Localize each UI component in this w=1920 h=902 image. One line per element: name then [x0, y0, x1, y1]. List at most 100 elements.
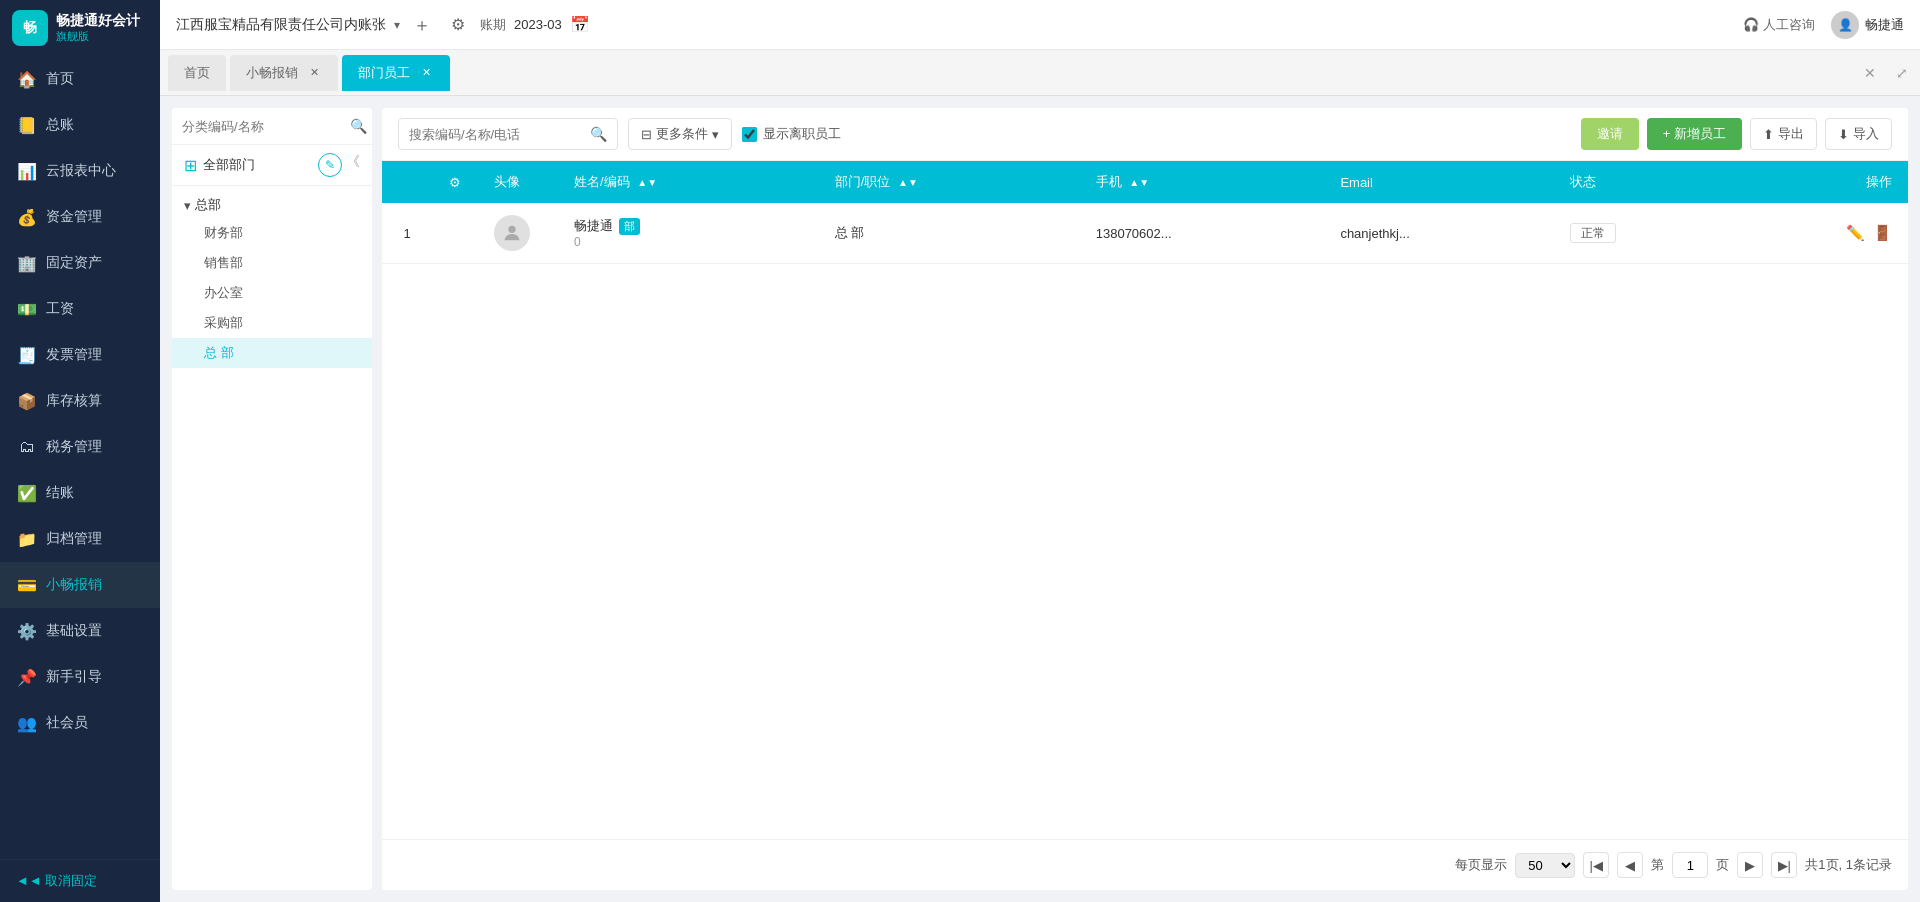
calendar-icon[interactable]: 📅 — [570, 15, 590, 34]
ledger-icon: 📒 — [16, 114, 38, 136]
filter-arrow-icon: ▾ — [712, 127, 719, 142]
col-setting[interactable]: ⚙ — [432, 161, 478, 203]
topbar-right: 🎧 人工咨询 👤 畅捷通 — [1743, 11, 1904, 39]
settings-icon: ⚙️ — [16, 620, 38, 642]
sidebar-item-more[interactable]: 👥 社会员 — [0, 700, 160, 746]
tab-expense-close-icon[interactable]: ✕ — [306, 65, 322, 81]
user-info[interactable]: 👤 畅捷通 — [1831, 11, 1904, 39]
dept-item-sales-label: 销售部 — [204, 255, 243, 270]
tab-dept-employee[interactable]: 部门员工 ✕ — [342, 55, 450, 91]
inventory-icon: 📦 — [16, 390, 38, 412]
home-icon: 🏠 — [16, 68, 38, 90]
import-button[interactable]: ⬇ 导入 — [1825, 118, 1892, 150]
pagination-bar: 每页显示 50 100 200 |◀ ◀ 第 页 ▶ ▶| 共1页, 1条记录 — [382, 839, 1908, 890]
settlement-icon: ✅ — [16, 482, 38, 504]
dept-item-purchase[interactable]: 采购部 — [172, 308, 372, 338]
sidebar-item-inventory[interactable]: 📦 库存核算 — [0, 378, 160, 424]
dept-item-sales[interactable]: 销售部 — [172, 248, 372, 278]
sidebar-item-tax-mgmt[interactable]: 🗂 税务管理 — [0, 424, 160, 470]
tab-dept-employee-close-icon[interactable]: ✕ — [418, 65, 434, 81]
filter-button[interactable]: ⊟ 更多条件 ▾ — [628, 118, 732, 150]
employee-name-group: 畅捷通 部 — [574, 217, 803, 235]
dept-item-purchase-label: 采购部 — [204, 315, 243, 330]
sidebar-item-fixed-assets[interactable]: 🏢 固定资产 — [0, 240, 160, 286]
dept-tree: ▾ 总部 财务部 销售部 办公室 采购部 总 部 — [172, 186, 372, 890]
app-title: 畅捷通好会计 — [56, 12, 140, 29]
dept-edit-button[interactable]: ✎ — [318, 153, 342, 177]
phone-sort-icon: ▲▼ — [1129, 178, 1149, 188]
dept-item-finance[interactable]: 财务部 — [172, 218, 372, 248]
grid-icon: ⊞ — [184, 156, 197, 175]
sidebar-item-invoice-mgmt[interactable]: 🧾 发票管理 — [0, 332, 160, 378]
col-dept-position[interactable]: 部门/职位 ▲▼ — [819, 161, 1080, 203]
filter-icon: ⊟ — [641, 127, 652, 142]
sidebar-item-fixed-assets-label: 固定资产 — [46, 254, 102, 272]
all-dept-label: 全部部门 — [203, 156, 255, 174]
dept-search-input[interactable] — [182, 119, 350, 134]
sidebar-item-fund-mgmt-label: 资金管理 — [46, 208, 102, 226]
next-page-button[interactable]: ▶ — [1737, 852, 1763, 878]
add-employee-button[interactable]: + 新增员工 — [1647, 118, 1742, 150]
export-button[interactable]: ⬆ 导出 — [1750, 118, 1817, 150]
service-button[interactable]: 🎧 人工咨询 — [1743, 16, 1815, 34]
sidebar-item-home[interactable]: 🏠 首页 — [0, 56, 160, 102]
sidebar-item-xiaochang-expense[interactable]: 💳 小畅报销 — [0, 562, 160, 608]
first-page-button[interactable]: |◀ — [1583, 852, 1609, 878]
total-records-label: 共1页, 1条记录 — [1805, 856, 1892, 874]
last-page-button[interactable]: ▶| — [1771, 852, 1797, 878]
sidebar-item-payroll[interactable]: 💵 工资 — [0, 286, 160, 332]
sidebar-item-fund-mgmt[interactable]: 💰 资金管理 — [0, 194, 160, 240]
page-number-input[interactable] — [1672, 852, 1708, 878]
col-phone[interactable]: 手机 ▲▼ — [1080, 161, 1325, 203]
period-label: 账期 — [480, 16, 506, 34]
expand-button[interactable]: ⤢ — [1892, 61, 1912, 85]
per-page-select[interactable]: 50 100 200 — [1515, 853, 1575, 878]
sidebar-item-invoice-mgmt-label: 发票管理 — [46, 346, 102, 364]
show-resigned-checkbox-label: 显示离职员工 — [742, 125, 841, 143]
dept-search-icon[interactable]: 🔍 — [350, 118, 367, 134]
sidebar-item-general-ledger[interactable]: 📒 总账 — [0, 102, 160, 148]
prev-page-button[interactable]: ◀ — [1617, 852, 1643, 878]
dept-root-label: 总部 — [195, 196, 221, 214]
sidebar-item-archive-mgmt[interactable]: 📁 归档管理 — [0, 516, 160, 562]
sidebar-item-basic-settings[interactable]: ⚙️ 基础设置 — [0, 608, 160, 654]
tab-expense[interactable]: 小畅报销 ✕ — [230, 55, 338, 91]
export-label: 导出 — [1778, 125, 1804, 143]
company-dropdown-icon[interactable]: ▾ — [394, 18, 400, 32]
dept-collapse-icon[interactable]: 《 — [346, 153, 360, 177]
dept-item-office-label: 办公室 — [204, 285, 243, 300]
add-company-button[interactable]: ＋ — [408, 11, 436, 39]
invite-button[interactable]: 邀请 — [1581, 118, 1639, 150]
app-subtitle: 旗舰版 — [56, 29, 140, 44]
tab-home-label: 首页 — [184, 64, 210, 82]
topbar-setting-button[interactable]: ⚙ — [444, 11, 472, 39]
fixed-assets-icon: 🏢 — [16, 252, 38, 274]
payroll-icon: 💵 — [16, 298, 38, 320]
sidebar-unpin-button[interactable]: ◄◄ 取消固定 — [0, 859, 160, 902]
fund-icon: 💰 — [16, 206, 38, 228]
sidebar-item-settlement[interactable]: ✅ 结账 — [0, 470, 160, 516]
add-employee-label: + 新增员工 — [1663, 125, 1726, 143]
logout-employee-button[interactable]: 🚪 — [1873, 224, 1892, 242]
employee-code: 0 — [574, 235, 803, 249]
dept-item-general[interactable]: 总 部 — [172, 338, 372, 368]
table-row: 1 畅捷通 部 — [382, 203, 1908, 264]
dept-item-office[interactable]: 办公室 — [172, 278, 372, 308]
show-resigned-checkbox[interactable] — [742, 127, 757, 142]
close-all-tabs-button[interactable]: ✕ — [1852, 61, 1888, 85]
tab-home[interactable]: 首页 — [168, 55, 226, 91]
sidebar-item-report-center[interactable]: 📊 云报表中心 — [0, 148, 160, 194]
sidebar-unpin-label: ◄◄ 取消固定 — [16, 872, 97, 890]
sidebar-item-newbie-guide[interactable]: 📌 新手引导 — [0, 654, 160, 700]
col-name-code[interactable]: 姓名/编码 ▲▼ — [558, 161, 819, 203]
edit-employee-button[interactable]: ✏️ — [1846, 224, 1865, 242]
sidebar-item-inventory-label: 库存核算 — [46, 392, 102, 410]
invoice-icon: 🧾 — [16, 344, 38, 366]
guide-icon: 📌 — [16, 666, 38, 688]
all-dept-label-group: ⊞ 全部部门 — [184, 156, 255, 175]
col-status: 状态 — [1554, 161, 1731, 203]
employee-search-icon[interactable]: 🔍 — [590, 126, 607, 142]
employee-search-input[interactable] — [409, 127, 590, 142]
dept-position-sort-icon: ▲▼ — [898, 178, 918, 188]
dept-header-actions: ✎ 《 — [318, 153, 360, 177]
